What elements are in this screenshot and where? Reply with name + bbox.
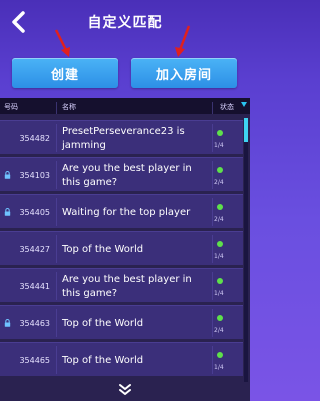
- room-list-panel: 号码 名称 状态 354482 PresetPerseverance23 is …: [0, 98, 250, 401]
- table-row[interactable]: 354427 Top of the World 1/4: [0, 231, 243, 265]
- row-divider: [56, 198, 57, 226]
- room-code: 354405: [19, 208, 50, 217]
- room-code: 354463: [19, 319, 50, 328]
- row-divider: [56, 235, 57, 263]
- row-divider: [56, 309, 57, 337]
- row-divider: [212, 346, 213, 374]
- row-divider: [212, 272, 213, 300]
- table-row[interactable]: 354103 Are you the best player in this g…: [0, 157, 243, 191]
- table-row[interactable]: 354482 PresetPerseverance23 is jamming 1…: [0, 120, 243, 154]
- column-header-status[interactable]: 状态: [220, 102, 234, 112]
- status-dot-icon: [217, 204, 223, 210]
- room-name: Top of the World: [62, 318, 144, 329]
- status-dot-icon: [217, 130, 223, 136]
- room-code: 354103: [19, 171, 50, 180]
- annotation-arrow-create-icon: [54, 29, 70, 57]
- create-button[interactable]: 创建: [12, 58, 118, 88]
- status-dot-icon: [217, 352, 223, 358]
- status-dot-icon: [217, 278, 223, 284]
- row-divider: [56, 272, 57, 300]
- header-divider: [212, 102, 213, 114]
- sort-triangle-icon[interactable]: [241, 102, 247, 107]
- player-count: 1/4: [214, 364, 224, 371]
- row-divider: [212, 235, 213, 263]
- top-bar: 自定义匹配: [0, 0, 250, 46]
- page-title: 自定义匹配: [87, 15, 163, 31]
- room-name: Top of the World: [62, 355, 144, 366]
- room-name: PresetPerseverance23 is jamming: [62, 126, 185, 151]
- room-code: 354427: [19, 245, 50, 254]
- player-count: 2/4: [214, 216, 224, 223]
- table-row[interactable]: 354441 Are you the best player in this g…: [0, 268, 243, 302]
- column-header-name: 名称: [62, 103, 76, 111]
- annotation-arrow-join-icon: [175, 25, 191, 57]
- column-header-code: 号码: [4, 103, 18, 111]
- scrollbar-thumb[interactable]: [244, 118, 248, 142]
- room-name: Are you the best player in this game?: [62, 163, 192, 188]
- room-name: Are you the best player in this game?: [62, 274, 192, 299]
- row-divider: [212, 198, 213, 226]
- row-divider: [212, 124, 213, 152]
- player-count: 2/4: [214, 179, 224, 186]
- player-count: 2/4: [214, 327, 224, 334]
- status-dot-icon: [217, 315, 223, 321]
- room-code: 354465: [19, 356, 50, 365]
- room-name: Top of the World: [62, 244, 144, 255]
- status-dot-icon: [217, 241, 223, 247]
- row-divider: [56, 124, 57, 152]
- room-name: Waiting for the top player: [62, 207, 191, 218]
- join-room-button[interactable]: 加入房间: [131, 58, 237, 88]
- row-divider: [56, 161, 57, 189]
- row-divider: [212, 161, 213, 189]
- table-row[interactable]: 354465 Top of the World 1/4: [0, 342, 243, 376]
- double-chevron-down-icon[interactable]: [118, 383, 132, 397]
- player-count: 1/4: [214, 142, 224, 149]
- table-header: 号码 名称 状态: [0, 98, 250, 114]
- room-code: 354482: [19, 134, 50, 143]
- table-row[interactable]: 354463 Top of the World 2/4: [0, 305, 243, 339]
- header-divider: [56, 102, 57, 114]
- player-count: 1/4: [214, 290, 224, 297]
- player-count: 1/4: [214, 253, 224, 260]
- scrollbar-track[interactable]: [244, 118, 248, 382]
- status-dot-icon: [217, 167, 223, 173]
- row-divider: [212, 309, 213, 337]
- row-divider: [56, 346, 57, 374]
- room-code: 354441: [19, 282, 50, 291]
- table-row[interactable]: 354405 Waiting for the top player 2/4: [0, 194, 243, 228]
